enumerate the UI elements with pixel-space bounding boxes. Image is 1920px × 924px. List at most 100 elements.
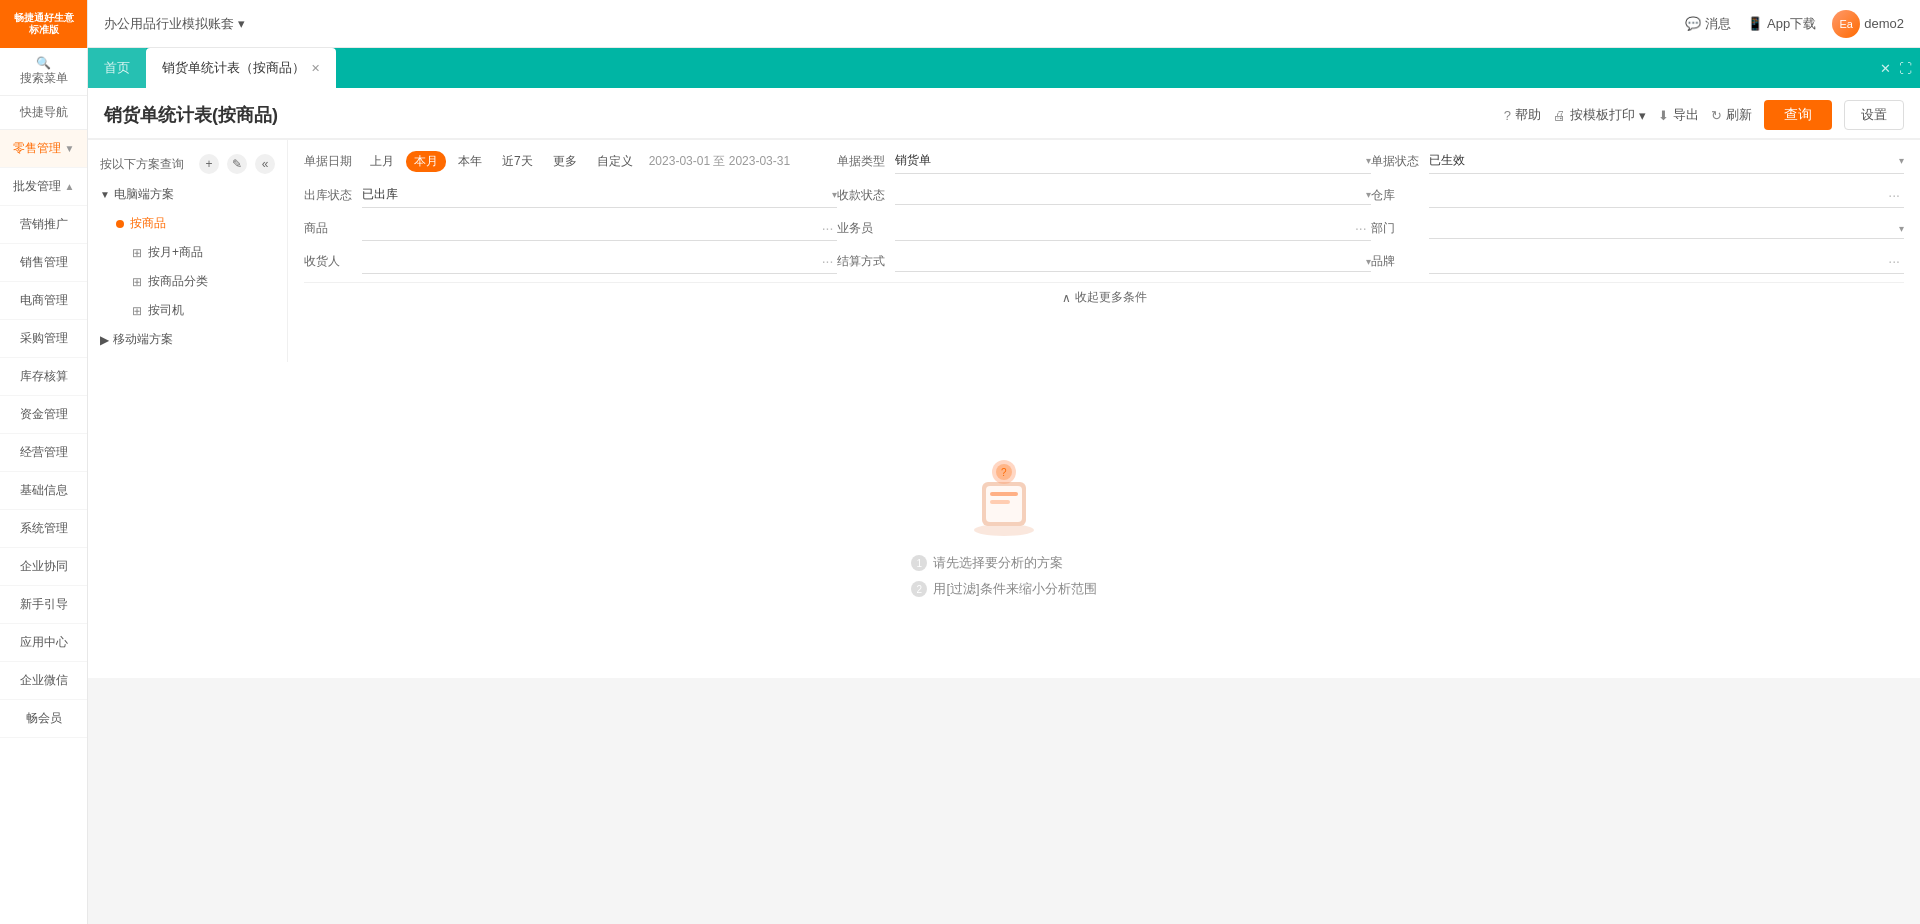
help-btn[interactable]: ? 帮助 — [1504, 106, 1541, 124]
dept-select[interactable]: ▾ — [1429, 219, 1904, 239]
date-tab-custom[interactable]: 自定义 — [589, 151, 641, 172]
edit-scheme-btn[interactable]: ✎ — [227, 154, 247, 174]
tip-text-1: 请先选择要分析的方案 — [933, 554, 1063, 572]
main-area: 办公用品行业模拟账套 ▾ 💬 消息 📱 App下载 Ea demo2 首页 — [88, 0, 1920, 924]
type-select[interactable]: 销货单 ▾ — [895, 148, 1370, 174]
warehouse-select[interactable]: ··· — [1429, 183, 1904, 208]
date-tab-last-month[interactable]: 上月 — [362, 151, 402, 172]
payment-select[interactable]: ▾ — [895, 252, 1370, 272]
brand-select[interactable]: ··· — [1429, 249, 1904, 274]
app-download-btn[interactable]: 📱 App下载 — [1747, 15, 1816, 33]
staff-select[interactable]: ··· — [895, 216, 1370, 241]
date-tab-this-year[interactable]: 本年 — [450, 151, 490, 172]
enterprise-label: 企业协同 — [20, 558, 68, 575]
sidebar-item-finance[interactable]: 资金管理 — [0, 396, 87, 434]
header-left: 办公用品行业模拟账套 ▾ — [104, 15, 245, 33]
filter-brand: 品牌 ··· — [1371, 249, 1904, 274]
query-button[interactable]: 查询 — [1764, 100, 1832, 130]
sidebar-item-wechat[interactable]: 企业微信 — [0, 662, 87, 700]
tip-num-2: 2 — [911, 581, 927, 597]
sidebar-item-inventory[interactable]: 库存核算 — [0, 358, 87, 396]
svg-rect-4 — [990, 500, 1010, 504]
tab-sales-stat[interactable]: 销货单统计表（按商品） ✕ — [146, 48, 336, 88]
guide-label: 新手引导 — [20, 596, 68, 613]
search-icon: 🔍 — [4, 56, 83, 70]
brand-dots-icon[interactable]: ··· — [1884, 253, 1904, 269]
message-btn[interactable]: 💬 消息 — [1685, 15, 1731, 33]
collapse-row[interactable]: ∧ 收起更多条件 — [304, 282, 1904, 312]
tab-close-icon[interactable]: ✕ — [311, 62, 320, 75]
scheme-group-mobile[interactable]: ▶ 移动端方案 — [88, 325, 287, 354]
filter-doc-status: 单据状态 已生效 ▾ — [1371, 148, 1904, 174]
filter-row-1: 单据日期 上月 本月 本年 近7天 更多 自定义 — [304, 148, 1904, 174]
scheme-item-by-driver[interactable]: ⊞ 按司机 — [88, 296, 287, 325]
receiver-dots-icon[interactable]: ··· — [818, 253, 838, 269]
type-label: 单据类型 — [837, 153, 887, 170]
export-icon: ⬇ — [1658, 108, 1669, 123]
sidebar-search[interactable]: 🔍 搜索菜单 — [0, 48, 87, 96]
recv-select[interactable]: ▾ — [895, 185, 1370, 205]
status-value: 已生效 — [1429, 152, 1465, 169]
export-btn[interactable]: ⬇ 导出 — [1658, 106, 1699, 124]
sidebar-item-marketing[interactable]: 营销推广 — [0, 206, 87, 244]
tab-bar: 首页 销货单统计表（按商品） ✕ ✕ ⛶ — [88, 48, 1920, 88]
sidebar-item-operation[interactable]: 经营管理 — [0, 434, 87, 472]
sidebar-item-basic[interactable]: 基础信息 — [0, 472, 87, 510]
help-icon: ? — [1504, 108, 1511, 123]
scheme-item-by-category[interactable]: ⊞ 按商品分类 — [88, 267, 287, 296]
filter-receiver: 收货人 ··· — [304, 249, 837, 274]
sidebar-item-purchase[interactable]: 采购管理 — [0, 320, 87, 358]
warehouse-dots-icon[interactable]: ··· — [1884, 187, 1904, 203]
tab-sales-stat-label: 销货单统计表（按商品） — [162, 59, 305, 77]
print-label: 按模板打印 — [1570, 106, 1635, 124]
scheme-panel: 按以下方案查询 + ✎ « ▼ 电脑端方案 按商品 — [88, 140, 288, 362]
refresh-label: 刷新 — [1726, 106, 1752, 124]
maximize-icon[interactable]: ⛶ — [1899, 61, 1912, 76]
staff-dots-icon[interactable]: ··· — [1351, 220, 1371, 236]
refresh-icon: ↻ — [1711, 108, 1722, 123]
receiver-select[interactable]: ··· — [362, 249, 837, 274]
collapse-scheme-btn[interactable]: « — [255, 154, 275, 174]
date-tab-more[interactable]: 更多 — [545, 151, 585, 172]
user-profile[interactable]: Ea demo2 — [1832, 10, 1904, 38]
industry-dropdown[interactable]: 办公用品行业模拟账套 ▾ — [104, 15, 245, 33]
scheme-item-by-product[interactable]: 按商品 — [88, 209, 287, 238]
sidebar-item-system[interactable]: 系统管理 — [0, 510, 87, 548]
out-select[interactable]: 已出库 ▾ — [362, 182, 837, 208]
date-filter: 上月 本月 本年 近7天 更多 自定义 2023-03-01 至 2023-03… — [362, 151, 837, 172]
product-dots-icon[interactable]: ··· — [818, 220, 838, 236]
sidebar-item-retail[interactable]: 零售管理 ▼ — [0, 130, 87, 168]
scheme-group-pc-header[interactable]: ▼ 电脑端方案 — [88, 180, 287, 209]
sidebar-item-apps[interactable]: 应用中心 — [0, 624, 87, 662]
purchase-label: 采购管理 — [20, 330, 68, 347]
filter-panel: 单据日期 上月 本月 本年 近7天 更多 自定义 — [288, 140, 1920, 362]
scheme-item-by-month-product[interactable]: ⊞ 按月+商品 — [88, 238, 287, 267]
dept-control: ▾ — [1429, 219, 1904, 239]
scheme-group-pc: ▼ 电脑端方案 按商品 ⊞ 按月+商品 ⊞ 按 — [88, 180, 287, 325]
sidebar-item-enterprise[interactable]: 企业协同 — [0, 548, 87, 586]
tab-home[interactable]: 首页 — [88, 48, 146, 88]
sidebar-item-ecommerce[interactable]: 电商管理 — [0, 282, 87, 320]
filter-doc-type: 单据类型 销货单 ▾ — [837, 148, 1370, 174]
settings-button[interactable]: 设置 — [1844, 100, 1904, 130]
sidebar-item-member[interactable]: 畅会员 — [0, 700, 87, 738]
out-value: 已出库 — [362, 186, 398, 203]
refresh-btn[interactable]: ↻ 刷新 — [1711, 106, 1752, 124]
sidebar-quick-nav[interactable]: 快捷导航 — [0, 96, 87, 130]
empty-tip-1: 1 请先选择要分析的方案 — [911, 554, 1096, 572]
date-tab-7days[interactable]: 近7天 — [494, 151, 541, 172]
apps-label: 应用中心 — [20, 634, 68, 651]
product-select[interactable]: ··· — [362, 216, 837, 241]
sidebar-item-wholesale[interactable]: 批发管理 ▲ — [0, 168, 87, 206]
date-tab-this-month[interactable]: 本月 — [406, 151, 446, 172]
sidebar: 畅捷通好生意 标准版 🔍 搜索菜单 快捷导航 零售管理 ▼ 批发管理 ▲ 营销推… — [0, 0, 88, 924]
collapse-btn[interactable]: ∧ 收起更多条件 — [1062, 289, 1147, 306]
add-scheme-btn[interactable]: + — [199, 154, 219, 174]
sidebar-item-guide[interactable]: 新手引导 — [0, 586, 87, 624]
status-select[interactable]: 已生效 ▾ — [1429, 148, 1904, 174]
sidebar-item-sales[interactable]: 销售管理 — [0, 244, 87, 282]
product-label: 商品 — [304, 220, 354, 237]
print-btn[interactable]: 🖨 按模板打印 ▾ — [1553, 106, 1646, 124]
scheme-panel-header: 按以下方案查询 + ✎ « — [88, 148, 287, 180]
close-window-icon[interactable]: ✕ — [1880, 61, 1891, 76]
